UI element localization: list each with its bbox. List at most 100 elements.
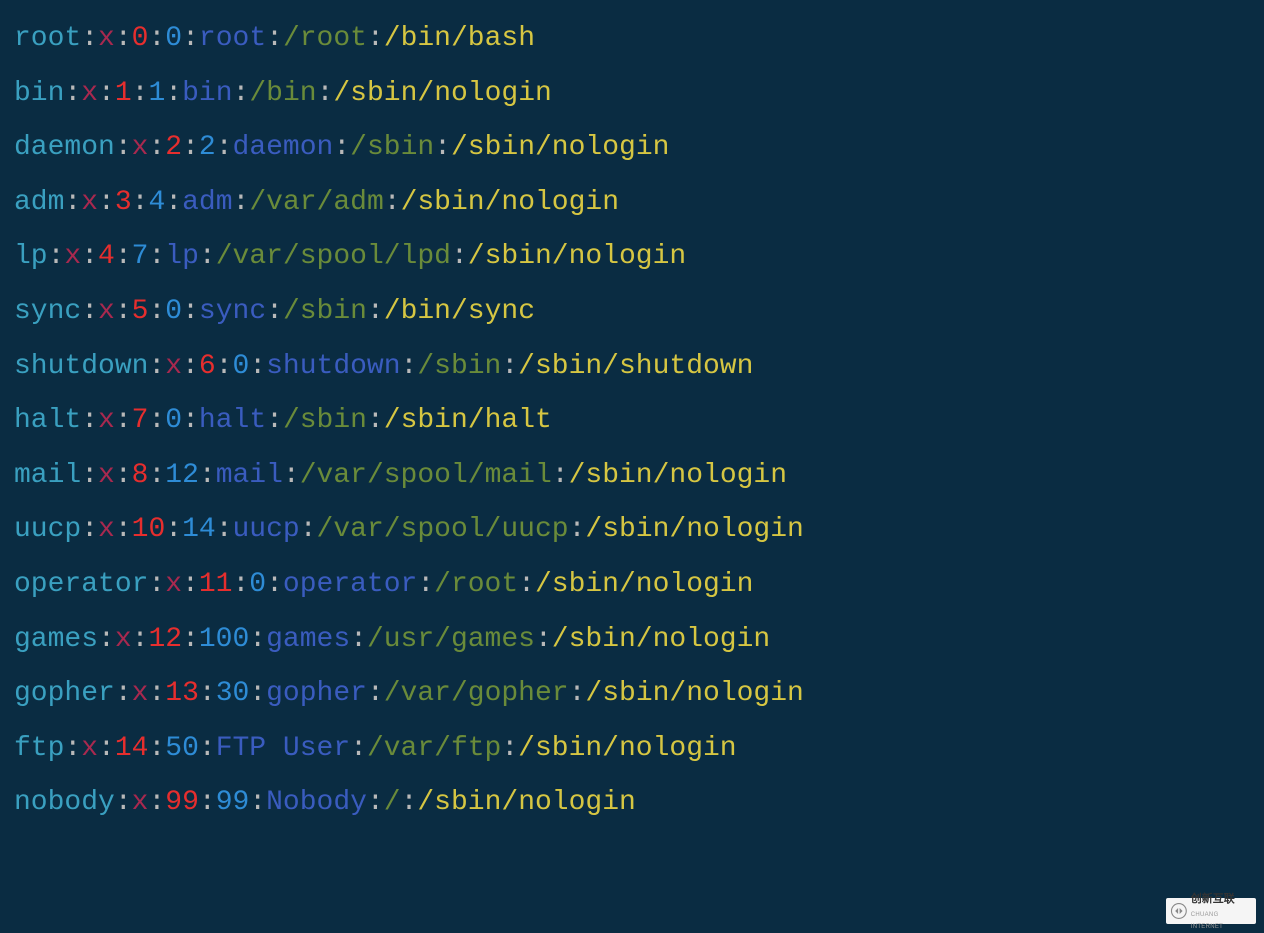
description-field: Nobody	[266, 787, 367, 818]
password-placeholder-field: x	[81, 187, 98, 218]
uid-field: 8	[132, 460, 149, 491]
password-placeholder-field: x	[165, 569, 182, 600]
description-field: gopher	[266, 678, 367, 709]
uid-field: 3	[115, 187, 132, 218]
field-separator: :	[199, 241, 216, 272]
passwd-line: lp:x:4:7:lp:/var/spool/lpd:/sbin/nologin	[14, 230, 1250, 285]
home-dir-field: /sbin	[417, 351, 501, 382]
shell-field: /sbin/nologin	[417, 787, 635, 818]
uid-field: 5	[132, 296, 149, 327]
username-field: games	[14, 624, 98, 655]
uid-field: 4	[98, 241, 115, 272]
passwd-line: ftp:x:14:50:FTP User:/var/ftp:/sbin/nolo…	[14, 722, 1250, 777]
field-separator: :	[182, 132, 199, 163]
username-field: adm	[14, 187, 64, 218]
shell-field: /bin/bash	[384, 23, 535, 54]
field-separator: :	[216, 132, 233, 163]
field-separator: :	[451, 241, 468, 272]
field-separator: :	[81, 514, 98, 545]
description-field: uucp	[233, 514, 300, 545]
field-separator: :	[132, 187, 149, 218]
field-separator: :	[518, 569, 535, 600]
home-dir-field: /sbin	[283, 405, 367, 436]
uid-field: 6	[199, 351, 216, 382]
password-placeholder-field: x	[98, 460, 115, 491]
field-separator: :	[81, 460, 98, 491]
field-separator: :	[199, 678, 216, 709]
field-separator: :	[501, 733, 518, 764]
field-separator: :	[199, 787, 216, 818]
field-separator: :	[233, 187, 250, 218]
gid-field: 0	[165, 405, 182, 436]
shell-field: /sbin/nologin	[333, 78, 551, 109]
field-separator: :	[48, 241, 65, 272]
field-separator: :	[115, 514, 132, 545]
passwd-line: halt:x:7:0:halt:/sbin:/sbin/halt	[14, 394, 1250, 449]
field-separator: :	[148, 569, 165, 600]
field-separator: :	[199, 460, 216, 491]
home-dir-field: /usr/games	[367, 624, 535, 655]
field-separator: :	[182, 569, 199, 600]
field-separator: :	[300, 514, 317, 545]
username-field: mail	[14, 460, 81, 491]
field-separator: :	[350, 624, 367, 655]
description-field: games	[266, 624, 350, 655]
home-dir-field: /var/spool/lpd	[216, 241, 451, 272]
shell-field: /sbin/nologin	[585, 514, 803, 545]
description-field: lp	[165, 241, 199, 272]
password-placeholder-field: x	[165, 351, 182, 382]
field-separator: :	[98, 78, 115, 109]
home-dir-field: /var/ftp	[367, 733, 501, 764]
field-separator: :	[64, 78, 81, 109]
field-separator: :	[148, 460, 165, 491]
gid-field: 1	[148, 78, 165, 109]
field-separator: :	[401, 787, 418, 818]
field-separator: :	[552, 460, 569, 491]
watermark-logo-icon	[1170, 902, 1188, 920]
description-field: adm	[182, 187, 232, 218]
uid-field: 2	[165, 132, 182, 163]
field-separator: :	[367, 678, 384, 709]
username-field: gopher	[14, 678, 115, 709]
passwd-line: bin:x:1:1:bin:/bin:/sbin/nologin	[14, 67, 1250, 122]
field-separator: :	[233, 78, 250, 109]
field-separator: :	[216, 514, 233, 545]
field-separator: :	[115, 787, 132, 818]
passwd-line: nobody:x:99:99:Nobody:/:/sbin/nologin	[14, 776, 1250, 831]
field-separator: :	[115, 23, 132, 54]
passwd-line: shutdown:x:6:0:shutdown:/sbin:/sbin/shut…	[14, 340, 1250, 395]
field-separator: :	[182, 624, 199, 655]
uid-field: 12	[148, 624, 182, 655]
description-field: sync	[199, 296, 266, 327]
username-field: bin	[14, 78, 64, 109]
shell-field: /sbin/halt	[384, 405, 552, 436]
passwd-line: operator:x:11:0:operator:/root:/sbin/nol…	[14, 558, 1250, 613]
password-placeholder-field: x	[98, 23, 115, 54]
password-placeholder-field: x	[132, 678, 149, 709]
field-separator: :	[367, 787, 384, 818]
username-field: halt	[14, 405, 81, 436]
passwd-line: sync:x:5:0:sync:/sbin:/bin/sync	[14, 285, 1250, 340]
shell-field: /sbin/nologin	[552, 624, 770, 655]
field-separator: :	[64, 187, 81, 218]
field-separator: :	[350, 733, 367, 764]
watermark-brand: 创新互联	[1191, 889, 1252, 910]
passwd-line: games:x:12:100:games:/usr/games:/sbin/no…	[14, 613, 1250, 668]
field-separator: :	[148, 733, 165, 764]
field-separator: :	[81, 23, 98, 54]
watermark-sub: CHUANG INTERNET	[1191, 910, 1252, 933]
password-placeholder-field: x	[98, 296, 115, 327]
field-separator: :	[249, 787, 266, 818]
field-separator: :	[165, 187, 182, 218]
password-placeholder-field: x	[81, 733, 98, 764]
field-separator: :	[98, 624, 115, 655]
gid-field: 2	[199, 132, 216, 163]
terminal-output: root:x:0:0:root:/root:/bin/bashbin:x:1:1…	[14, 12, 1250, 831]
field-separator: :	[569, 678, 586, 709]
gid-field: 30	[216, 678, 250, 709]
gid-field: 0	[165, 296, 182, 327]
field-separator: :	[367, 405, 384, 436]
field-separator: :	[115, 405, 132, 436]
field-separator: :	[148, 23, 165, 54]
field-separator: :	[266, 405, 283, 436]
